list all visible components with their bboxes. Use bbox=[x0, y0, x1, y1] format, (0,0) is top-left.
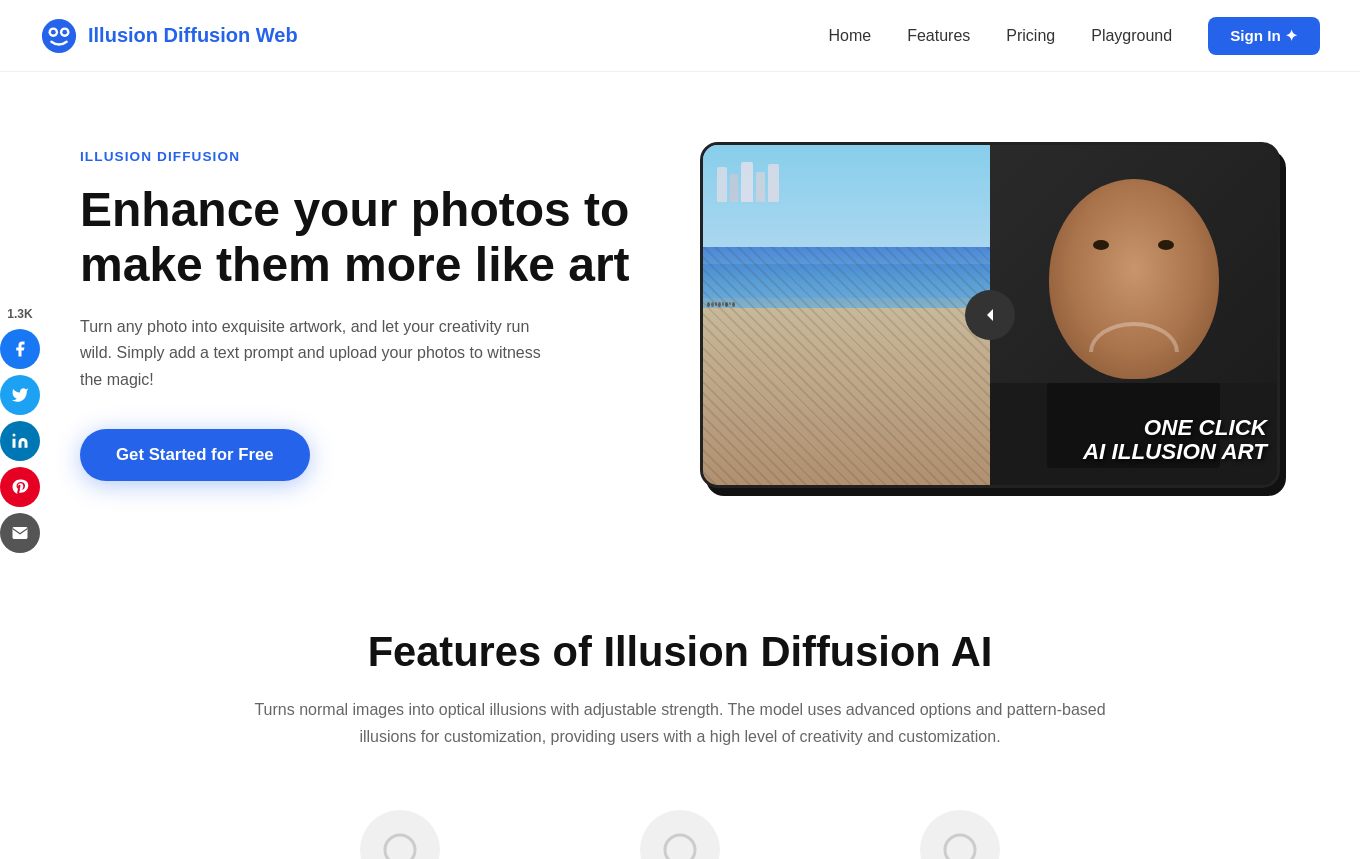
hero-title: Enhance your photos to make them more li… bbox=[80, 182, 640, 292]
nav-links: Home Features Pricing Playground Sign In… bbox=[828, 17, 1320, 55]
social-count: 1.3K bbox=[7, 307, 32, 321]
svg-point-8 bbox=[945, 835, 975, 859]
beach-image bbox=[703, 145, 990, 485]
hero-image-frame: ONE CLICK AI ILLUSION ART bbox=[700, 142, 1280, 488]
features-description: Turns normal images into optical illusio… bbox=[230, 696, 1130, 750]
hero-tag: ILLUSION DIFFUSION bbox=[80, 149, 640, 164]
person-image: ONE CLICK AI ILLUSION ART bbox=[990, 145, 1277, 485]
svg-point-4 bbox=[62, 29, 67, 34]
hero-section: ILLUSION DIFFUSION Enhance your photos t… bbox=[0, 72, 1360, 548]
divider-arrow bbox=[965, 290, 1015, 340]
logo-text: Illusion Diffusion Web bbox=[88, 24, 298, 47]
facebook-share-button[interactable] bbox=[0, 329, 40, 369]
svg-point-5 bbox=[13, 433, 16, 436]
signin-button[interactable]: Sign In ✦ bbox=[1208, 17, 1320, 55]
twitter-icon bbox=[11, 386, 29, 404]
overlay-line1: ONE CLICK bbox=[1083, 416, 1267, 441]
email-icon bbox=[11, 524, 29, 542]
twitter-share-button[interactable] bbox=[0, 375, 40, 415]
feature-icon-2 bbox=[662, 832, 698, 859]
email-share-button[interactable] bbox=[0, 513, 40, 553]
feature-icon-1 bbox=[382, 832, 418, 859]
logo-link[interactable]: Illusion Diffusion Web bbox=[40, 17, 298, 55]
svg-point-7 bbox=[665, 835, 695, 859]
overlay-line2: AI ILLUSION ART bbox=[1083, 440, 1267, 465]
features-section: Features of Illusion Diffusion AI Turns … bbox=[0, 548, 1360, 859]
nav-pricing[interactable]: Pricing bbox=[1006, 27, 1055, 45]
get-started-button[interactable]: Get Started for Free bbox=[80, 429, 310, 481]
feature-card-3 bbox=[920, 810, 1000, 859]
linkedin-icon bbox=[11, 432, 29, 450]
nav-home[interactable]: Home bbox=[828, 27, 871, 45]
feature-cards-row bbox=[80, 810, 1280, 859]
hero-description: Turn any photo into exquisite artwork, a… bbox=[80, 314, 560, 393]
feature-icon-3 bbox=[942, 832, 978, 859]
svg-point-6 bbox=[385, 835, 415, 859]
hero-composite-image: ONE CLICK AI ILLUSION ART bbox=[703, 145, 1277, 485]
feature-card-1 bbox=[360, 810, 440, 859]
feature-card-2 bbox=[640, 810, 720, 859]
navbar: Illusion Diffusion Web Home Features Pri… bbox=[0, 0, 1360, 72]
svg-point-3 bbox=[51, 29, 56, 34]
logo-icon bbox=[40, 17, 78, 55]
overlay-text: ONE CLICK AI ILLUSION ART bbox=[1083, 416, 1267, 465]
hero-image-area: ONE CLICK AI ILLUSION ART bbox=[700, 142, 1280, 488]
hero-content: ILLUSION DIFFUSION Enhance your photos t… bbox=[80, 149, 640, 482]
pinterest-icon bbox=[11, 478, 29, 496]
linkedin-share-button[interactable] bbox=[0, 421, 40, 461]
social-sidebar: 1.3K bbox=[0, 299, 40, 561]
pinterest-share-button[interactable] bbox=[0, 467, 40, 507]
svg-point-0 bbox=[42, 18, 76, 52]
features-title: Features of Illusion Diffusion AI bbox=[80, 628, 1280, 676]
nav-playground[interactable]: Playground bbox=[1091, 27, 1172, 45]
nav-features[interactable]: Features bbox=[907, 27, 970, 45]
facebook-icon bbox=[11, 340, 29, 358]
